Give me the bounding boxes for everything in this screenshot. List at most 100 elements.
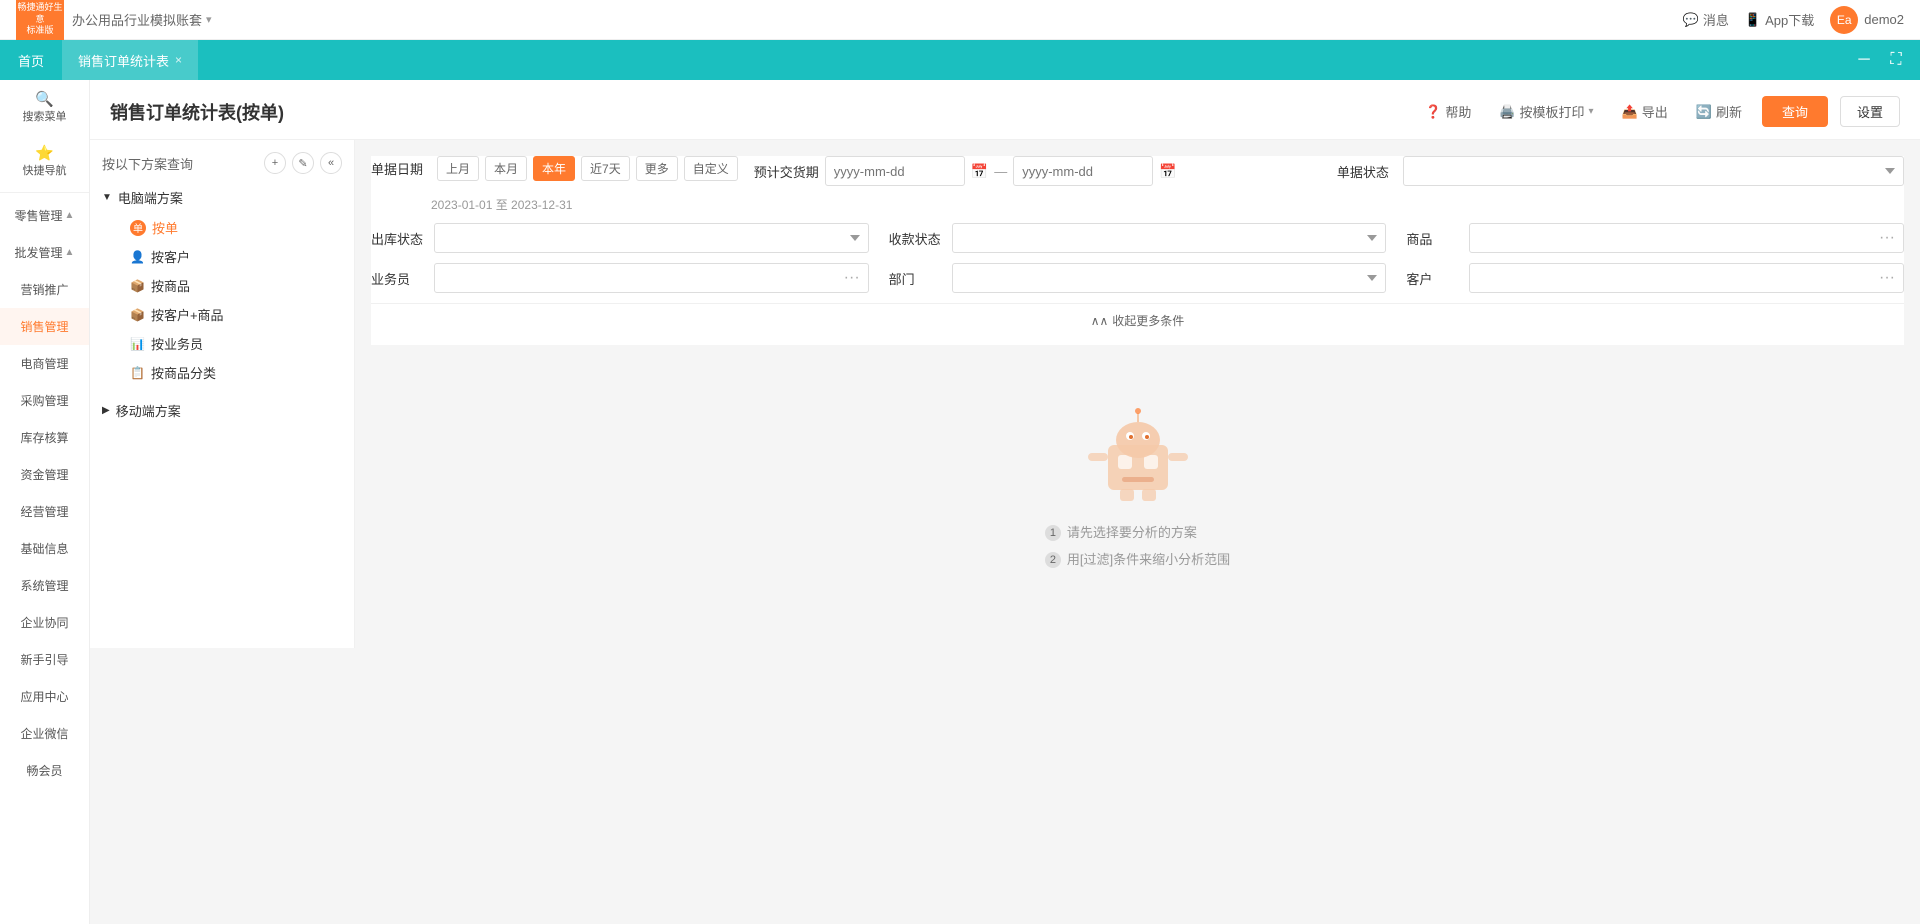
scheme-icon-按客户: 👤 (130, 250, 145, 264)
top-bar-right: 💬 消息 📱 App下载 Ea demo2 (1683, 6, 1904, 34)
tab-minimize-btn[interactable]: ─ (1852, 48, 1876, 72)
scheme-icon-按业务员: 📊 (130, 337, 145, 351)
right-panel: 单据日期 上月 本月 本年 近7天 更多 自定义 (355, 140, 1920, 648)
sidebar-item-basic[interactable]: 基础信息 (0, 530, 89, 567)
tree-mobile-section[interactable]: ▶ 移动端方案 (90, 395, 354, 426)
sidebar-item-membership[interactable]: 畅会员 (0, 752, 89, 789)
customer-label: 客户 (1406, 269, 1461, 288)
tab-sales-order-stat[interactable]: 销售订单统计表 × (62, 40, 198, 80)
scheme-item-按单[interactable]: 单 按单 (98, 213, 354, 242)
sidebar-item-app-center[interactable]: 应用中心 (0, 678, 89, 715)
add-scheme-btn[interactable]: + (264, 152, 286, 174)
workspace-dropdown-icon[interactable]: ▾ (206, 13, 212, 26)
salesperson-cell: 业务员 ··· (371, 263, 869, 293)
status-select[interactable] (1403, 156, 1904, 186)
tab-close-btn[interactable]: × (175, 53, 182, 67)
sidebar-item-operations[interactable]: 经营管理 (0, 493, 89, 530)
filter-area: 单据日期 上月 本月 本年 近7天 更多 自定义 (371, 156, 1904, 345)
sidebar-item-quick-nav[interactable]: ⭐ 快捷导航 (0, 134, 89, 188)
collapse-bar: ∧∧ 收起更多条件 (371, 303, 1904, 337)
date-label: 单据日期 (371, 159, 431, 178)
message-icon: 💬 (1683, 12, 1699, 28)
top-bar-left: 畅捷通好生意 标准版 办公用品行业模拟账套 ▾ (16, 0, 212, 40)
help-btn[interactable]: ❓ 帮助 (1417, 98, 1479, 125)
date-btn-this-year[interactable]: 本年 (533, 156, 575, 181)
scheme-item-按业务员[interactable]: 📊 按业务员 (98, 329, 354, 358)
tab-maximize-btn[interactable]: ⛶ (1884, 48, 1908, 72)
app-download-btn[interactable]: 📱 App下载 (1745, 10, 1814, 29)
sidebar-item-newbie[interactable]: 新手引导 (0, 641, 89, 678)
collapse-up-icon: ∧∧ (1091, 314, 1109, 328)
tab-home[interactable]: 首页 (0, 40, 62, 80)
query-btn[interactable]: 查询 (1762, 96, 1828, 127)
scheme-item-按客户[interactable]: 👤 按客户 (98, 242, 354, 271)
tree-mobile-expand-icon: ▶ (102, 405, 110, 416)
sidebar-item-ecommerce[interactable]: 电商管理 (0, 345, 89, 382)
left-panel-title: 按以下方案查询 (102, 154, 193, 173)
expected-date-start[interactable] (825, 156, 965, 186)
print-icon: 🖨️ (1499, 104, 1515, 120)
delivery-select[interactable] (434, 223, 869, 253)
workspace-title: 办公用品行业模拟账套 ▾ (72, 10, 212, 29)
sidebar-item-retail[interactable]: 零售管理 ▲ (0, 197, 89, 234)
sidebar-item-marketing[interactable]: 营销推广 (0, 271, 89, 308)
product-more-icon[interactable]: ··· (1879, 229, 1895, 247)
page-header: 销售订单统计表(按单) ❓ 帮助 🖨️ 按模板打印 ▾ 📤 导出 🔄 刷新 (90, 80, 1920, 140)
export-btn[interactable]: 📤 导出 (1614, 98, 1676, 125)
refresh-btn[interactable]: 🔄 刷新 (1688, 98, 1750, 125)
scheme-item-按商品[interactable]: 📦 按商品 (98, 271, 354, 300)
settings-btn[interactable]: 设置 (1840, 96, 1900, 127)
payment-cell: 收款状态 (889, 223, 1387, 253)
date-btn-this-month[interactable]: 本月 (485, 156, 527, 181)
department-select[interactable] (952, 263, 1387, 293)
payment-select[interactable] (952, 223, 1387, 253)
page-actions: ❓ 帮助 🖨️ 按模板打印 ▾ 📤 导出 🔄 刷新 查询 设置 (1417, 96, 1900, 127)
sidebar-item-wholesale[interactable]: 批发管理 ▲ (0, 234, 89, 271)
product-label: 商品 (1406, 229, 1461, 248)
message-btn[interactable]: 💬 消息 (1683, 10, 1729, 29)
sidebar-divider-1 (0, 192, 89, 193)
sidebar-item-finance[interactable]: 资金管理 (0, 456, 89, 493)
sidebar-item-enterprise-wechat[interactable]: 企业微信 (0, 715, 89, 752)
wholesale-arrow-icon: ▲ (65, 247, 75, 258)
two-col-layout: 按以下方案查询 + ✎ « ▼ 电脑端方案 单 按单 (90, 140, 1920, 648)
filter-row-2: 出库状态 收款状态 商品 (371, 223, 1904, 253)
date-btn-more[interactable]: 更多 (636, 156, 678, 181)
tree-children: 单 按单 👤 按客户 📦 按商品 📦 按客户+商品 (90, 213, 354, 387)
scheme-item-按商品分类[interactable]: 📋 按商品分类 (98, 358, 354, 387)
product-cell: 商品 ··· (1406, 223, 1904, 253)
tree-pc-section[interactable]: ▼ 电脑端方案 (90, 182, 354, 213)
sidebar-item-purchase[interactable]: 采购管理 (0, 382, 89, 419)
delivery-cell: 出库状态 (371, 223, 869, 253)
expected-date-end[interactable] (1013, 156, 1153, 186)
customer-more-icon[interactable]: ··· (1879, 269, 1895, 287)
edit-scheme-btn[interactable]: ✎ (292, 152, 314, 174)
print-btn[interactable]: 🖨️ 按模板打印 ▾ (1491, 98, 1601, 125)
cal-end-icon[interactable]: 📅 (1159, 163, 1176, 180)
date-separator: — (994, 164, 1007, 179)
left-panel-header: 按以下方案查询 + ✎ « (90, 152, 354, 182)
scheme-icon-按单: 单 (130, 220, 146, 236)
cal-start-icon[interactable]: 📅 (971, 163, 988, 180)
date-btn-7days[interactable]: 近7天 (581, 156, 630, 181)
empty-text: 1 请先选择要分析的方案 2 用[过滤]条件来缩小分析范围 (1045, 521, 1230, 572)
sidebar-item-inventory[interactable]: 库存核算 (0, 419, 89, 456)
customer-cell: 客户 ··· (1406, 263, 1904, 293)
sidebar-item-enterprise[interactable]: 企业协同 (0, 604, 89, 641)
sidebar-item-search[interactable]: 🔍 搜索菜单 (0, 80, 89, 134)
scheme-icon-按商品分类: 📋 (130, 366, 145, 380)
date-btn-last-month[interactable]: 上月 (437, 156, 479, 181)
left-panel-icon-group: + ✎ « (264, 152, 342, 174)
date-btn-custom[interactable]: 自定义 (684, 156, 738, 181)
collapse-btn[interactable]: ∧∧ 收起更多条件 (1091, 312, 1185, 329)
scheme-item-按客户商品[interactable]: 📦 按客户+商品 (98, 300, 354, 329)
sidebar-item-sales[interactable]: 销售管理 (0, 308, 89, 345)
page-title: 销售订单统计表(按单) (110, 99, 284, 125)
user-avatar[interactable]: Ea demo2 (1830, 6, 1904, 34)
salesperson-more-icon[interactable]: ··· (844, 269, 860, 287)
sidebar-item-system[interactable]: 系统管理 (0, 567, 89, 604)
collapse-left-btn[interactable]: « (320, 152, 342, 174)
empty-hint-1: 请先选择要分析的方案 (1067, 521, 1197, 544)
empty-hint-2: 用[过滤]条件来缩小分析范围 (1067, 548, 1230, 571)
print-dropdown-icon[interactable]: ▾ (1589, 106, 1594, 117)
